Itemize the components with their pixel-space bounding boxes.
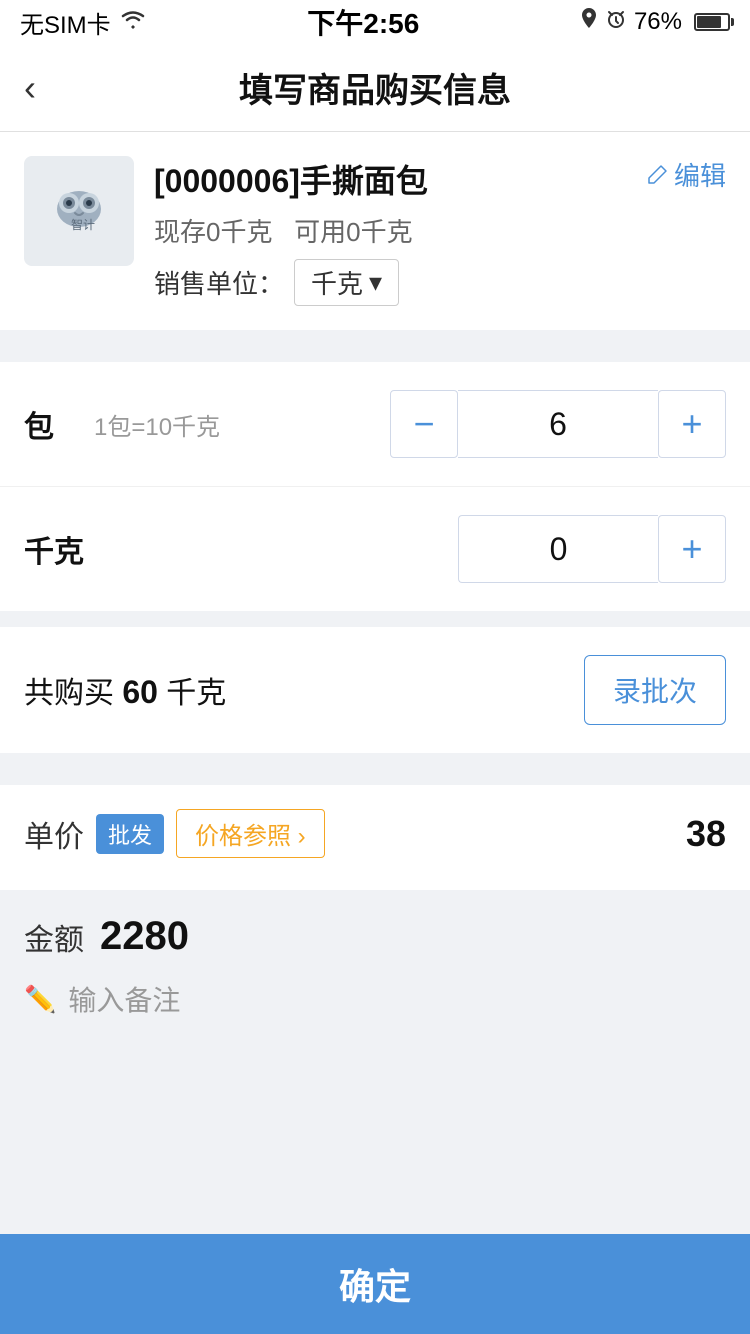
page-title: 填写商品购买信息: [239, 63, 511, 112]
wifi-icon: [119, 8, 147, 36]
price-section: 单价 批发 价格参照 › 38: [0, 785, 750, 890]
status-right: 76%: [580, 8, 730, 37]
available-label: 可用0千克: [294, 217, 412, 247]
summary-section: 共购买 60 千克 录批次: [0, 627, 750, 753]
section-divider-2: [0, 769, 750, 785]
qty-controls-kg: +: [458, 515, 726, 583]
price-row: 单价 批发 价格参照 › 38: [24, 809, 726, 858]
unit-value: 千克: [311, 264, 363, 301]
edit-button[interactable]: 编辑: [646, 156, 726, 193]
price-ref-button[interactable]: 价格参照 ›: [176, 809, 325, 858]
product-card: 智计 [0000006]手撕面包 编辑 现存0千克 可用0千克 销售单位： 千克: [0, 132, 750, 330]
qty-label-kg: 千克: [24, 527, 84, 571]
qty-minus-bag[interactable]: −: [390, 390, 458, 458]
alarm-icon: [606, 8, 626, 36]
battery-icon: [694, 13, 730, 31]
edit-label: 编辑: [674, 156, 726, 193]
note-placeholder: 输入备注: [68, 979, 180, 1019]
qty-input-bag[interactable]: [458, 390, 658, 458]
price-label: 单价 批发 价格参照 ›: [24, 809, 325, 858]
status-left: 无SIM卡: [20, 5, 147, 40]
qty-input-kg[interactable]: [458, 515, 658, 583]
unit-select[interactable]: 千克 ▾: [294, 259, 399, 306]
amount-label: 金额: [24, 915, 84, 959]
location-icon: [580, 8, 598, 37]
product-stock: 现存0千克 可用0千克: [154, 212, 726, 249]
svg-text:智计: 智计: [71, 217, 95, 231]
main-content: 智计 [0000006]手撕面包 编辑 现存0千克 可用0千克 销售单位： 千克: [0, 132, 750, 1290]
product-image: 智计: [24, 156, 134, 266]
summary-text: 共购买 60 千克: [24, 668, 226, 712]
amount-value: 2280: [100, 914, 189, 959]
pencil-icon: ✏️: [24, 984, 56, 1015]
amount-section: 金额 2280 ✏️ 输入备注: [0, 890, 750, 1190]
confirm-button[interactable]: 确定: [0, 1234, 750, 1334]
price-value: 38: [686, 813, 726, 855]
amount-row: 金额 2280: [24, 914, 726, 959]
section-divider-1: [0, 346, 750, 362]
qty-label-bag: 包: [24, 402, 84, 446]
quantity-row-bag: 包 1包=10千克 − +: [0, 362, 750, 487]
product-header: [0000006]手撕面包 编辑: [154, 156, 726, 212]
bottom-bar: 确定: [0, 1234, 750, 1334]
stock-label: 现存0千克: [154, 217, 272, 247]
qty-plus-kg[interactable]: +: [658, 515, 726, 583]
back-button[interactable]: ‹: [24, 67, 36, 109]
status-time: 下午2:56: [307, 2, 419, 42]
nav-bar: ‹ 填写商品购买信息: [0, 44, 750, 132]
quantity-row-kg: 千克 +: [0, 487, 750, 611]
price-type-tag: 批发: [96, 814, 164, 854]
record-batch-button[interactable]: 录批次: [584, 655, 726, 725]
price-text: 单价: [24, 812, 84, 856]
qty-controls-bag: − +: [390, 390, 726, 458]
quantity-section: 包 1包=10千克 − + 千克 +: [0, 362, 750, 611]
battery-percentage: 76%: [634, 8, 682, 36]
unit-label: 销售单位：: [154, 264, 284, 301]
product-logo-icon: 智计: [49, 181, 109, 241]
product-unit-row: 销售单位： 千克 ▾: [154, 259, 726, 306]
product-info: [0000006]手撕面包 编辑 现存0千克 可用0千克 销售单位： 千克 ▾: [154, 156, 726, 306]
status-bar: 无SIM卡 下午2:56 76%: [0, 0, 750, 44]
carrier-label: 无SIM卡: [20, 5, 111, 40]
qty-plus-bag[interactable]: +: [658, 390, 726, 458]
note-row[interactable]: ✏️ 输入备注: [24, 979, 726, 1019]
summary-amount: 60: [122, 674, 158, 710]
dropdown-icon: ▾: [369, 267, 382, 298]
product-name: [0000006]手撕面包: [154, 156, 428, 202]
qty-hint-bag: 1包=10千克: [94, 407, 390, 442]
